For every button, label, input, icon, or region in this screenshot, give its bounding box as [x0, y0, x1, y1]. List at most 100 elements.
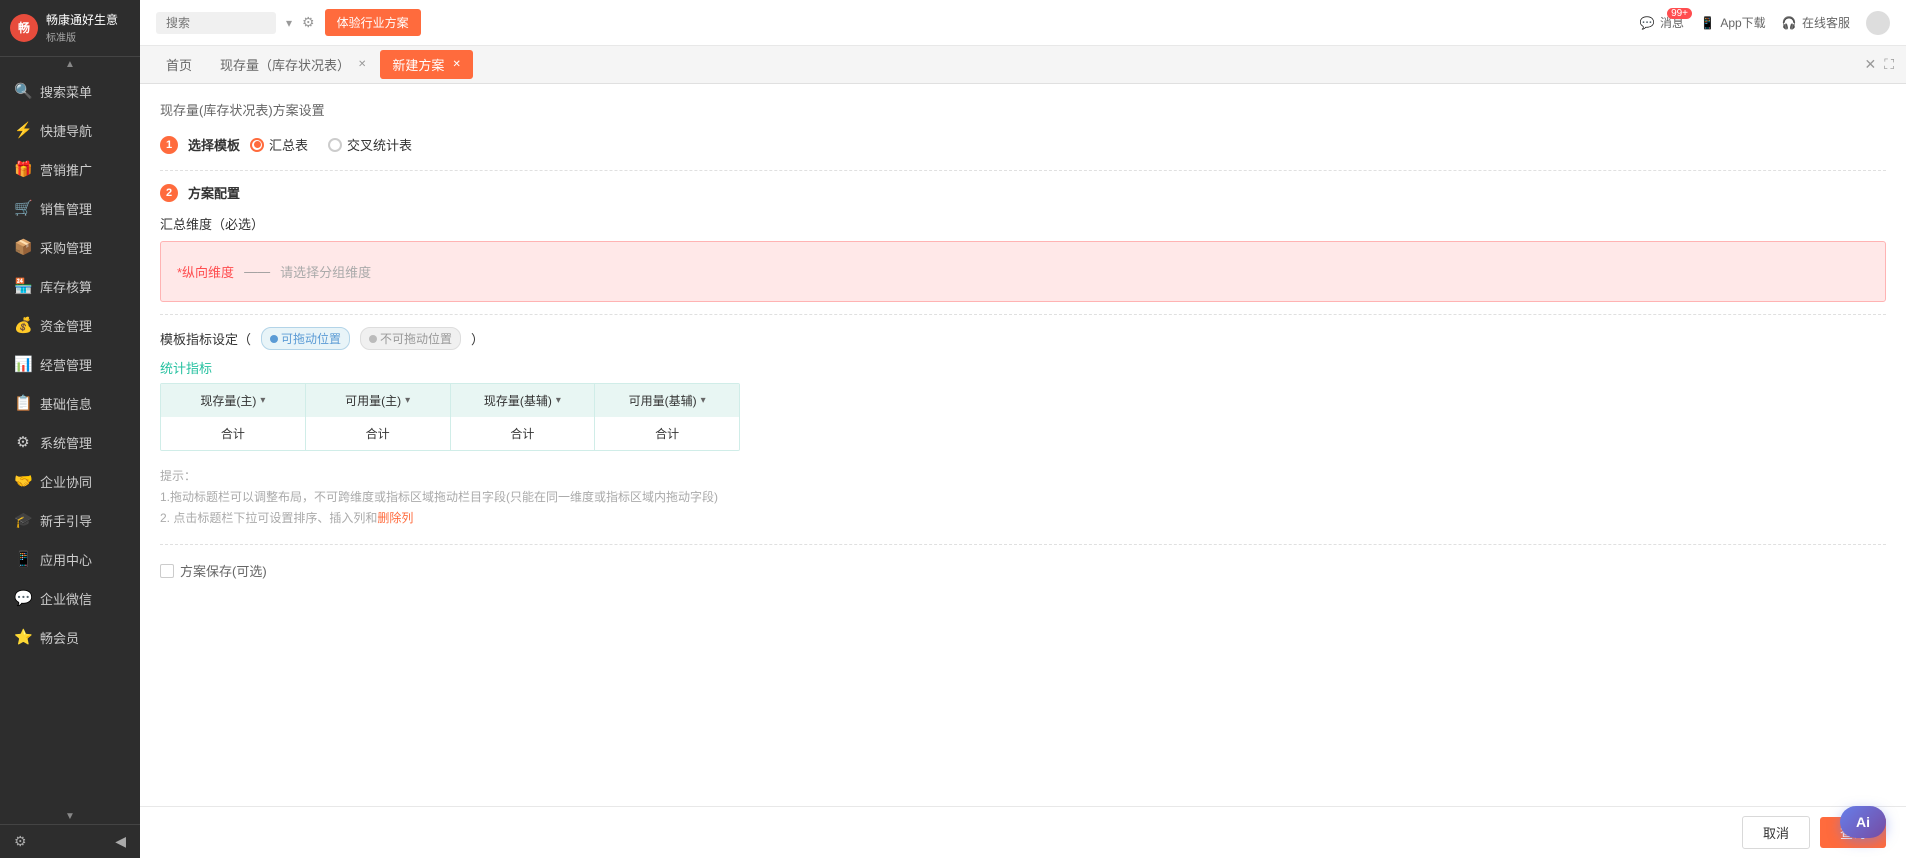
sidebar-item-label: 资金管理 [40, 316, 92, 335]
stats-col-arrow-0[interactable]: ▾ [260, 395, 265, 406]
basic-info-icon: 📋 [14, 394, 32, 412]
sidebar-item-system[interactable]: ⚙ 系统管理 [0, 423, 140, 462]
tab-close-all-icon[interactable]: ✕ [1864, 56, 1876, 73]
sidebar-item-purchase[interactable]: 📦 采购管理 [0, 228, 140, 267]
dimension-box[interactable]: *纵向维度 —— 请选择分组维度 [160, 241, 1886, 302]
wechat-icon: 💬 [14, 589, 32, 607]
stats-col-header-0: 现存量(主) ▾ [161, 384, 306, 417]
quick-nav-icon: ⚡ [14, 121, 32, 139]
tag-movable-dot [270, 335, 278, 343]
tab-home[interactable]: 首页 [152, 49, 206, 80]
stats-col-header-2: 现存量(基辅) ▾ [451, 384, 596, 417]
member-icon: ⭐ [14, 628, 32, 646]
stats-col-arrow-1[interactable]: ▾ [405, 395, 410, 406]
indicator-settings-label: 模板指标设定（ [160, 329, 251, 348]
messages-badge[interactable]: 💬 99+ 消息 [1640, 14, 1684, 31]
sidebar-item-basic-info[interactable]: 📋 基础信息 [0, 384, 140, 423]
tag-fixed-dot [369, 335, 377, 343]
inventory-tab-label: 现存量（库存状况表） [220, 55, 350, 74]
cancel-button[interactable]: 取消 [1742, 816, 1810, 849]
topbar: ▾ ⚙ 体验行业方案 💬 99+ 消息 📱 App下载 🎧 在线客服 [140, 0, 1906, 46]
tab-maximize-icon[interactable]: ⛶ [1884, 56, 1894, 73]
save-checkbox[interactable] [160, 564, 174, 578]
stats-table-body: 合计 合计 合计 合计 [161, 417, 739, 450]
sales-icon: 🛒 [14, 199, 32, 217]
sidebar-item-search[interactable]: 🔍 搜索菜单 [0, 72, 140, 111]
template-radio-group: 汇总表 交叉统计表 [250, 135, 412, 154]
dim-dash: —— [244, 264, 270, 279]
tab-inventory[interactable]: 现存量（库存状况表） ✕ [206, 49, 380, 80]
sidebar-item-quick-nav[interactable]: ⚡ 快捷导航 [0, 111, 140, 150]
ai-float-button[interactable]: Ai [1840, 806, 1886, 838]
mobile-icon: 📱 [1700, 16, 1715, 30]
main-area: ▾ ⚙ 体验行业方案 💬 99+ 消息 📱 App下载 🎧 在线客服 [140, 0, 1906, 858]
sidebar-item-sales[interactable]: 🛒 销售管理 [0, 189, 140, 228]
tab-inventory-close-icon[interactable]: ✕ [358, 59, 366, 70]
radio-summary-label: 汇总表 [269, 135, 308, 154]
dropdown-icon[interactable]: ▾ [286, 16, 292, 30]
step1-title: 选择模板 [188, 135, 240, 154]
collapse-icon[interactable]: ◀ [115, 833, 126, 850]
sidebar-item-label: 采购管理 [40, 238, 92, 257]
step1-header: 1 选择模板 汇总表 交叉统计表 [160, 135, 1886, 154]
tab-new-plan[interactable]: 新建方案 ✕ [380, 50, 472, 79]
settings-icon[interactable]: ⚙ [14, 833, 27, 850]
radio-cross[interactable]: 交叉统计表 [328, 135, 412, 154]
sidebar-item-label: 新手引导 [40, 511, 92, 530]
sidebar-item-marketing[interactable]: 🎁 营销推广 [0, 150, 140, 189]
tip-item-0: 1.拖动标题栏可以调整布局，不可跨维度或指标区域拖动栏目字段(只能在同一维度或指… [160, 488, 1886, 507]
stats-col-sum-2: 合计 [510, 425, 534, 442]
stats-col-label-2: 现存量(基辅) [484, 392, 552, 409]
stats-col-arrow-2[interactable]: ▾ [556, 395, 561, 406]
stats-col-header-3: 可用量(基辅) ▾ [595, 384, 739, 417]
online-service-link[interactable]: 🎧 在线客服 [1782, 14, 1850, 31]
footer: 取消 查询 [140, 806, 1906, 858]
stats-section-label: 统计指标 [160, 358, 1886, 377]
dim-required-star: *纵向维度 [177, 262, 234, 281]
app-center-icon: 📱 [14, 550, 32, 568]
sidebar-logo: 畅 畅康通好生意 标准版 [0, 0, 140, 57]
new-plan-tab-label: 新建方案 [392, 55, 444, 74]
sidebar-item-operations[interactable]: 📊 经营管理 [0, 345, 140, 384]
tab-new-plan-close-icon[interactable]: ✕ [452, 59, 460, 70]
step1-section: 1 选择模板 汇总表 交叉统计表 [160, 135, 1886, 154]
search-input[interactable] [156, 12, 276, 34]
sidebar-item-finance[interactable]: 💰 资金管理 [0, 306, 140, 345]
stats-col-arrow-3[interactable]: ▾ [701, 395, 706, 406]
sidebar-item-label: 库存核算 [40, 277, 92, 296]
dim-placeholder: 请选择分组维度 [280, 262, 371, 281]
sidebar-item-label: 快捷导航 [40, 121, 92, 140]
enterprise-icon: 🤝 [14, 472, 32, 490]
sidebar-item-enterprise[interactable]: 🤝 企业协同 [0, 462, 140, 501]
topbar-gear-icon[interactable]: ⚙ [302, 14, 315, 31]
sidebar-item-newbie[interactable]: 🎓 新手引导 [0, 501, 140, 540]
search-icon: 🔍 [14, 82, 32, 100]
stats-col-label-0: 现存量(主) [200, 392, 256, 409]
home-tab-label: 首页 [166, 55, 192, 74]
app-download-link[interactable]: 📱 App下载 [1700, 14, 1766, 31]
radio-summary-circle [250, 138, 264, 152]
divider-2 [160, 314, 1886, 315]
radio-summary[interactable]: 汇总表 [250, 135, 308, 154]
indicator-settings-row: 模板指标设定（ 可拖动位置 不可拖动位置 ） [160, 327, 1886, 350]
save-option: 方案保存(可选) [160, 561, 1886, 580]
step2-num: 2 [160, 184, 178, 202]
industry-plan-button[interactable]: 体验行业方案 [325, 9, 421, 36]
sidebar-nav: 🔍 搜索菜单 ⚡ 快捷导航 🎁 营销推广 🛒 销售管理 📦 采购管理 🏪 库存核… [0, 72, 140, 809]
operations-icon: 📊 [14, 355, 32, 373]
sidebar-item-label: 系统管理 [40, 433, 92, 452]
sidebar-item-label: 营销推广 [40, 160, 92, 179]
sidebar-item-app-center[interactable]: 📱 应用中心 [0, 540, 140, 579]
sidebar-item-label: 基础信息 [40, 394, 92, 413]
messages-icon: 💬 [1640, 16, 1655, 30]
user-avatar-area[interactable] [1866, 11, 1890, 35]
sidebar-scroll-up[interactable]: ▲ [0, 57, 140, 72]
tag-movable-label: 可拖动位置 [281, 330, 341, 347]
sidebar-item-member[interactable]: ⭐ 畅会员 [0, 618, 140, 657]
stats-col-label-3: 可用量(基辅) [629, 392, 697, 409]
sidebar-item-inventory[interactable]: 🏪 库存核算 [0, 267, 140, 306]
sidebar-scroll-down[interactable]: ▼ [0, 809, 140, 824]
sidebar-item-wechat[interactable]: 💬 企业微信 [0, 579, 140, 618]
app-download-label: App下载 [1720, 16, 1765, 30]
radio-cross-label: 交叉统计表 [347, 135, 412, 154]
